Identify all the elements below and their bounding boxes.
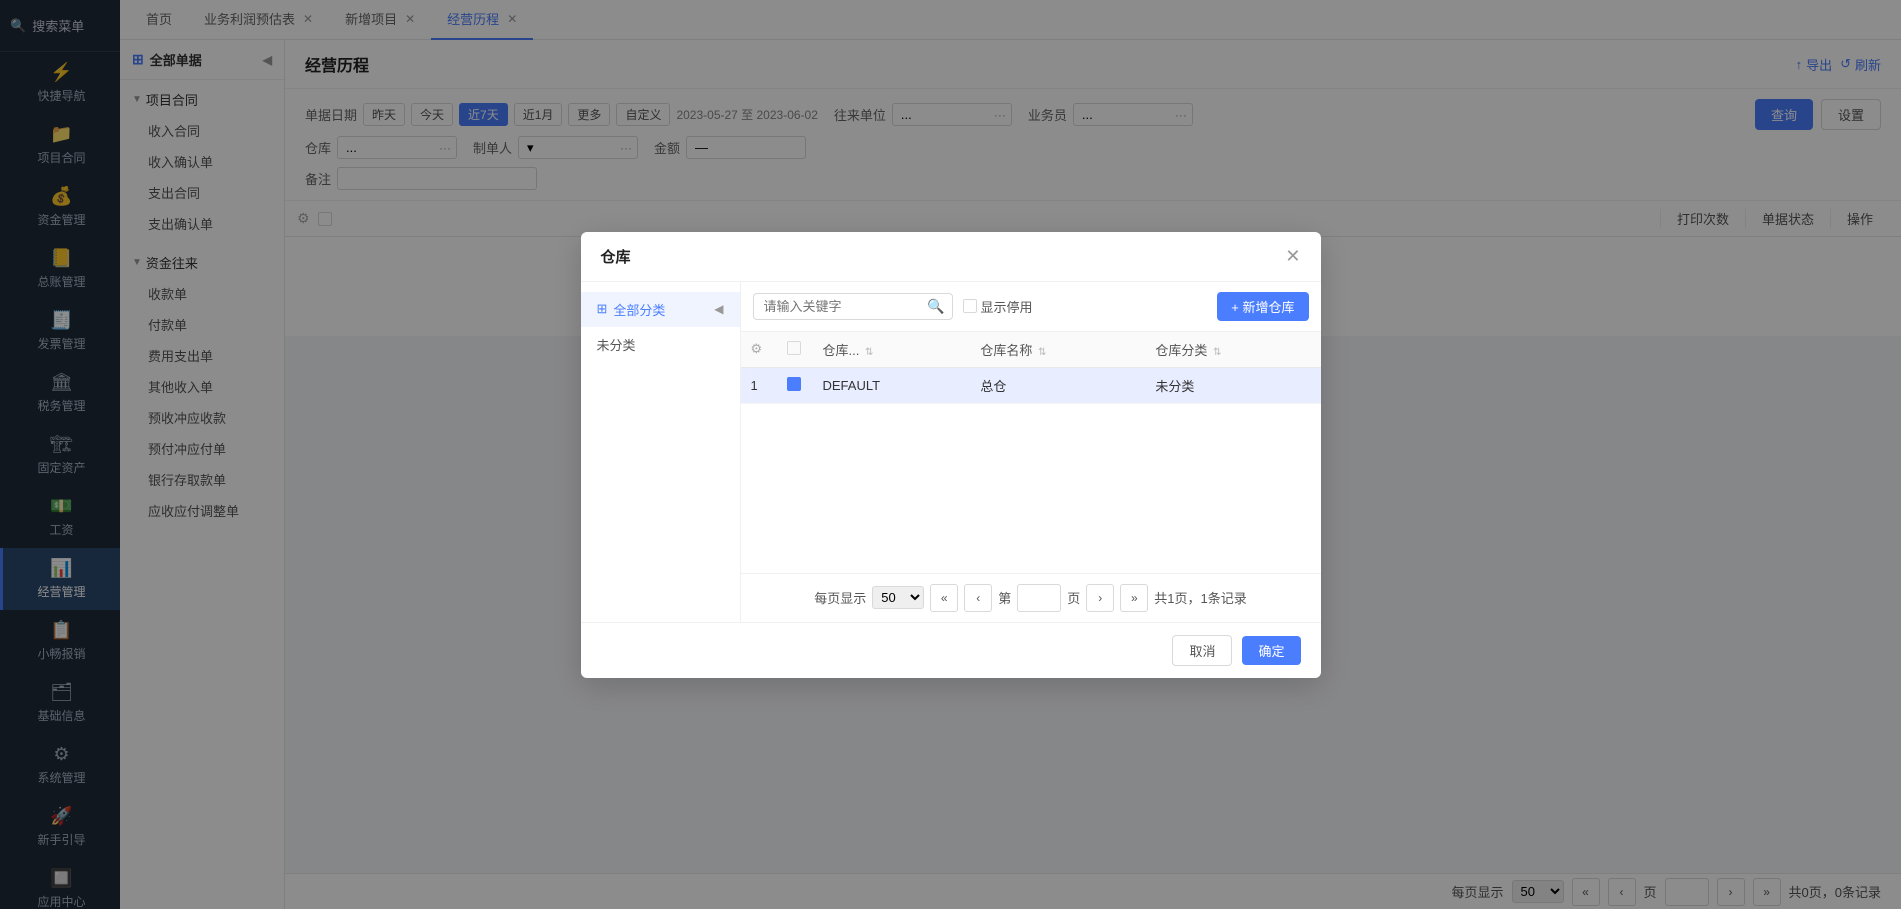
modal-right-panel: 🔍 显示停用 + 新增仓库 ⚙ [741, 282, 1321, 622]
row-name: 总仓 [970, 367, 1145, 403]
collapse-left-btn[interactable]: ◀ [714, 302, 723, 316]
grid-icon2: ⊞ [597, 301, 608, 317]
sort-icon-category[interactable]: ⇅ [1213, 347, 1221, 358]
modal-page-input[interactable]: 1 [1017, 584, 1061, 612]
row-category: 未分类 [1145, 367, 1320, 403]
modal-toolbar: 🔍 显示停用 + 新增仓库 [741, 282, 1321, 332]
warehouse-modal: 仓库 ✕ ⊞ 全部分类 ◀ 未分类 🔍 显 [581, 232, 1321, 678]
modal-header: 仓库 ✕ [581, 232, 1321, 282]
modal-table: ⚙ 仓库... ⇅ 仓库名称 ⇅ [741, 332, 1321, 404]
th-category: 仓库分类 ⇅ [1145, 332, 1320, 368]
cancel-button[interactable]: 取消 [1172, 635, 1232, 666]
sort-icon-code[interactable]: ⇅ [865, 347, 873, 358]
row-num: 1 [741, 367, 777, 403]
show-disabled-label[interactable]: 显示停用 [963, 297, 1033, 316]
modal-page-label: 第 [998, 588, 1011, 607]
th-check [777, 332, 813, 368]
row-check [777, 367, 813, 403]
modal-page-suffix: 页 [1067, 588, 1080, 607]
show-disabled-checkbox[interactable] [963, 299, 977, 313]
modal-search-input[interactable] [753, 293, 953, 320]
modal-first-btn[interactable]: « [930, 584, 958, 612]
modal-footer: 取消 确定 [581, 622, 1321, 678]
modal-last-btn[interactable]: » [1120, 584, 1148, 612]
table-row[interactable]: 1 DEFAULT 总仓 未分类 [741, 367, 1321, 403]
modal-pagination: 每页显示 50 20 100 « ‹ 第 1 页 › » 共1页，1条记录 [741, 573, 1321, 622]
modal-close-button[interactable]: ✕ [1285, 246, 1300, 267]
add-warehouse-button[interactable]: + 新增仓库 [1217, 292, 1308, 321]
modal-left-panel: ⊞ 全部分类 ◀ 未分类 [581, 282, 741, 622]
modal-body: ⊞ 全部分类 ◀ 未分类 🔍 显示停用 + 新增仓库 [581, 282, 1321, 622]
per-page-label: 每页显示 [814, 588, 866, 607]
modal-title: 仓库 [601, 246, 631, 267]
modal-table-wrap: ⚙ 仓库... ⇅ 仓库名称 ⇅ [741, 332, 1321, 573]
row-code: DEFAULT [813, 367, 971, 403]
confirm-button[interactable]: 确定 [1242, 636, 1300, 665]
th-name: 仓库名称 ⇅ [970, 332, 1145, 368]
modal-search-icon: 🔍 [927, 298, 944, 315]
th-checkbox[interactable] [787, 341, 801, 355]
th-code: 仓库... ⇅ [813, 332, 971, 368]
th-cog: ⚙ [741, 332, 777, 368]
modal-prev-btn[interactable]: ‹ [964, 584, 992, 612]
modal-next-btn[interactable]: › [1086, 584, 1114, 612]
row-checkbox[interactable] [787, 377, 801, 391]
modal-search-wrap: 🔍 [753, 293, 953, 320]
sort-icon-name[interactable]: ⇅ [1038, 347, 1046, 358]
modal-per-page-select[interactable]: 50 20 100 [872, 586, 924, 609]
modal-total-label: 共1页，1条记录 [1154, 588, 1246, 607]
th-cog-icon: ⚙ [751, 341, 763, 356]
modal-category-uncategorized[interactable]: 未分类 [581, 327, 740, 362]
modal-category-all[interactable]: ⊞ 全部分类 ◀ [581, 292, 740, 327]
